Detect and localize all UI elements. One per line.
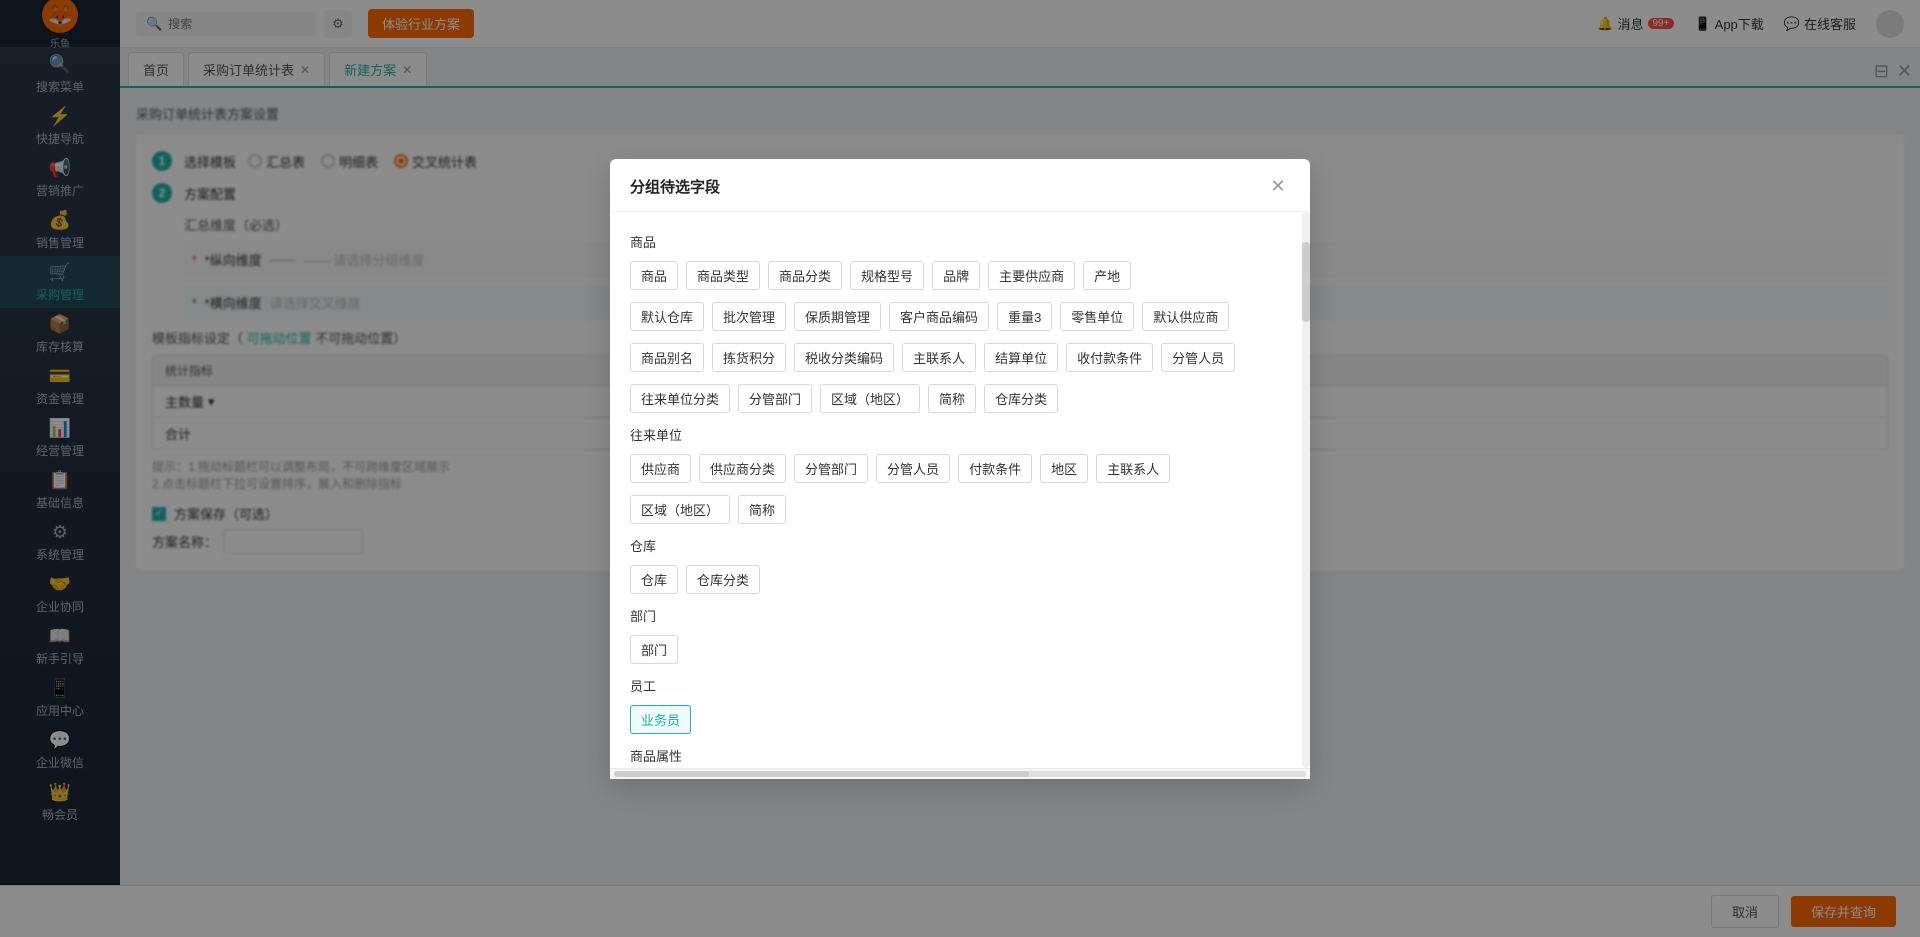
section-goods: 商品 商品 商品类型 商品分类 规格型号 品牌 主要供应商 产地 默认仓库 批次… xyxy=(630,232,1290,413)
tag-dept[interactable]: 部门 xyxy=(630,635,678,664)
hscroll-track xyxy=(614,771,1306,777)
tag-spec-model[interactable]: 规格型号 xyxy=(850,261,924,290)
section-goods-tags-2: 默认仓库 批次管理 保质期管理 客户商品编码 重量3 零售单位 默认供应商 xyxy=(630,302,1290,331)
dialog-title: 分组待选字段 xyxy=(630,176,720,197)
tag-weight3[interactable]: 重量3 xyxy=(997,302,1052,331)
tag-mgmt-dept[interactable]: 分管部门 xyxy=(738,384,812,413)
tag-dept-mgmt[interactable]: 分管部门 xyxy=(794,454,868,483)
tag-retail-unit[interactable]: 零售单位 xyxy=(1060,302,1134,331)
section-dept-tags: 部门 xyxy=(630,635,1290,664)
tag-main-contact-2[interactable]: 主联系人 xyxy=(1096,454,1170,483)
section-dept: 部门 部门 xyxy=(630,606,1290,664)
dialog-body: 商品 商品 商品类型 商品分类 规格型号 品牌 主要供应商 产地 默认仓库 批次… xyxy=(610,212,1310,768)
tag-goods-category[interactable]: 商品分类 xyxy=(768,261,842,290)
tag-brand[interactable]: 品牌 xyxy=(932,261,980,290)
tag-district[interactable]: 地区 xyxy=(1040,454,1088,483)
section-dept-title: 部门 xyxy=(630,606,1290,625)
tag-salesman[interactable]: 业务员 xyxy=(630,705,691,734)
hscroll-thumb[interactable] xyxy=(614,771,1029,777)
tag-pick-score[interactable]: 拣货积分 xyxy=(712,343,786,372)
dialog: 分组待选字段 ✕ 商品 商品 商品类型 商品分类 规格型号 品牌 主要供应商 产… xyxy=(610,159,1310,779)
tag-payment-terms[interactable]: 收付款条件 xyxy=(1066,343,1153,372)
tag-manager[interactable]: 分管人员 xyxy=(1161,343,1235,372)
section-goods-attr-title: 商品属性 xyxy=(630,746,1290,765)
tag-goods[interactable]: 商品 xyxy=(630,261,678,290)
section-counterparty-title: 往来单位 xyxy=(630,425,1290,444)
section-staff: 员工 业务员 xyxy=(630,676,1290,734)
section-goods-tags: 商品 商品类型 商品分类 规格型号 品牌 主要供应商 产地 xyxy=(630,261,1290,290)
tag-main-contact[interactable]: 主联系人 xyxy=(902,343,976,372)
section-staff-title: 员工 xyxy=(630,676,1290,695)
tag-default-supplier[interactable]: 默认供应商 xyxy=(1142,302,1229,331)
tag-warehouse-category[interactable]: 仓库分类 xyxy=(686,565,760,594)
section-staff-tags: 业务员 xyxy=(630,705,1290,734)
section-goods-tags-4: 往来单位分类 分管部门 区域（地区） 简称 仓库分类 xyxy=(630,384,1290,413)
tag-main-supplier[interactable]: 主要供应商 xyxy=(988,261,1075,290)
dialog-close-btn[interactable]: ✕ xyxy=(1266,175,1290,199)
tag-abbr-cp[interactable]: 简称 xyxy=(738,495,786,524)
tag-origin[interactable]: 产地 xyxy=(1083,261,1131,290)
tag-customer-code[interactable]: 客户商品编码 xyxy=(889,302,989,331)
tag-shelf-life[interactable]: 保质期管理 xyxy=(794,302,881,331)
tag-warehouse[interactable]: 仓库 xyxy=(630,565,678,594)
tag-supplier[interactable]: 供应商 xyxy=(630,454,691,483)
section-goods-tags-3: 商品别名 拣货积分 税收分类编码 主联系人 结算单位 收付款条件 分管人员 xyxy=(630,343,1290,372)
tag-warehouse-cat-goods[interactable]: 仓库分类 xyxy=(984,384,1058,413)
section-goods-attr: 商品属性 属性 颜色 多规格 尺码 鞋码 1 xyxy=(630,746,1290,768)
section-warehouse-title: 仓库 xyxy=(630,536,1290,555)
tag-region-cp[interactable]: 区域（地区） xyxy=(630,495,730,524)
tag-abbr-goods[interactable]: 简称 xyxy=(928,384,976,413)
tag-biz-unit-category[interactable]: 往来单位分类 xyxy=(630,384,730,413)
tag-person-mgmt[interactable]: 分管人员 xyxy=(876,454,950,483)
scrollbar-track xyxy=(1302,212,1310,768)
tag-region-goods[interactable]: 区域（地区） xyxy=(820,384,920,413)
dialog-header: 分组待选字段 ✕ xyxy=(610,159,1310,212)
tag-batch-mgmt[interactable]: 批次管理 xyxy=(712,302,786,331)
tag-goods-type[interactable]: 商品类型 xyxy=(686,261,760,290)
tag-default-warehouse[interactable]: 默认仓库 xyxy=(630,302,704,331)
tag-goods-alias[interactable]: 商品别名 xyxy=(630,343,704,372)
section-counterparty: 往来单位 供应商 供应商分类 分管部门 分管人员 付款条件 地区 主联系人 区域… xyxy=(630,425,1290,524)
section-warehouse-tags: 仓库 仓库分类 xyxy=(630,565,1290,594)
tag-payment-cond[interactable]: 付款条件 xyxy=(958,454,1032,483)
section-counterparty-tags: 供应商 供应商分类 分管部门 分管人员 付款条件 地区 主联系人 xyxy=(630,454,1290,483)
tag-settlement-unit[interactable]: 结算单位 xyxy=(984,343,1058,372)
section-goods-title: 商品 xyxy=(630,232,1290,251)
tag-tax-code[interactable]: 税收分类编码 xyxy=(794,343,894,372)
scrollbar-thumb[interactable] xyxy=(1302,242,1310,322)
dialog-hscroll xyxy=(610,768,1310,779)
section-counterparty-tags-2: 区域（地区） 简称 xyxy=(630,495,1290,524)
tag-supplier-category[interactable]: 供应商分类 xyxy=(699,454,786,483)
dialog-overlay: 分组待选字段 ✕ 商品 商品 商品类型 商品分类 规格型号 品牌 主要供应商 产… xyxy=(0,0,1920,937)
section-warehouse: 仓库 仓库 仓库分类 xyxy=(630,536,1290,594)
